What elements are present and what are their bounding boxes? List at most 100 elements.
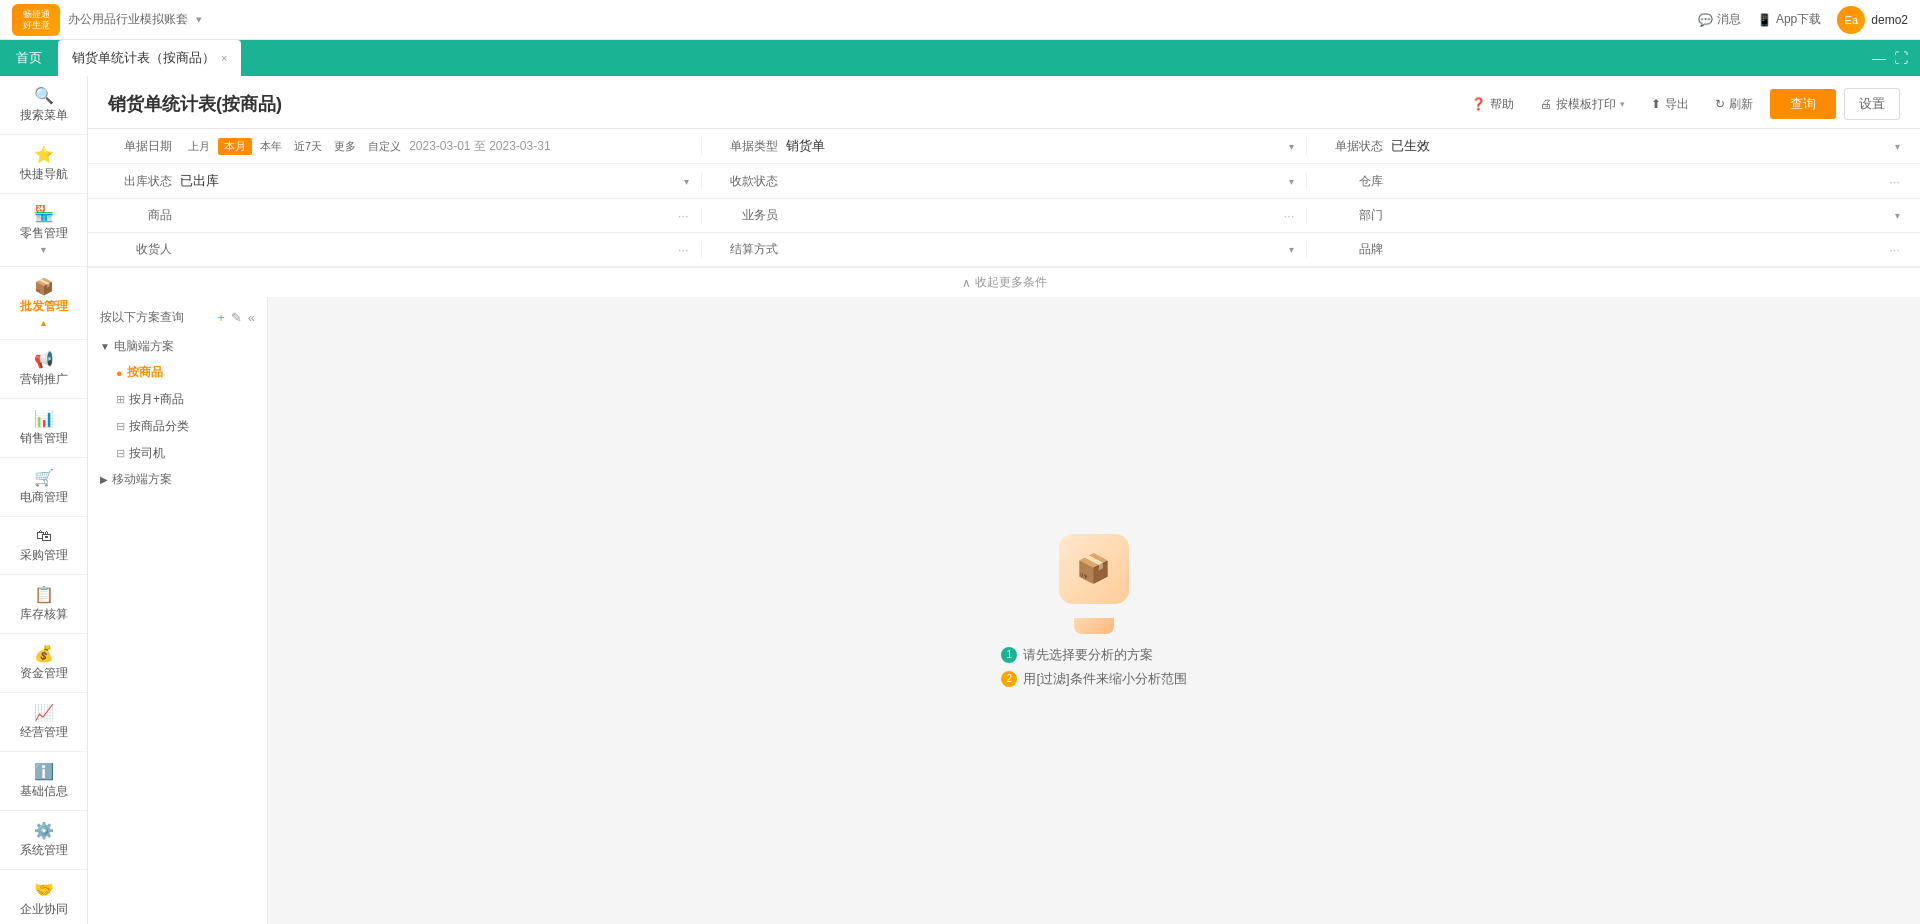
user-area[interactable]: Ea demo2 <box>1837 6 1908 34</box>
scheme-item-by-product[interactable]: ● 按商品 <box>88 359 267 386</box>
date-7days[interactable]: 近7天 <box>290 138 326 155</box>
help-icon: ❓ <box>1471 97 1486 111</box>
payment-dropdown-icon[interactable]: ▾ <box>1289 244 1294 255</box>
filter-row-2: 出库状态 已出库 ▾ 收款状态 ▾ 仓库 ··· <box>88 164 1920 199</box>
filter-row-3: 商品 ··· 业务员 ··· 部门 ▾ <box>88 199 1920 233</box>
dept-group: 部门 ▾ <box>1319 207 1900 224</box>
salesperson-more-icon[interactable]: ··· <box>1284 208 1295 223</box>
brand-more-icon[interactable]: ··· <box>1889 242 1900 257</box>
sidebar-item-quicknav[interactable]: ⭐ 快捷导航 <box>0 135 87 194</box>
receipt-status-label: 收款状态 <box>714 173 778 190</box>
export-icon: ⬆ <box>1651 97 1661 111</box>
sidebar-item-marketing[interactable]: 📢 营销推广 <box>0 340 87 399</box>
message-btn[interactable]: 💬 消息 <box>1698 11 1741 28</box>
product-group: 商品 ··· <box>108 207 689 224</box>
sidebar-item-search[interactable]: 🔍 搜索菜单 <box>0 76 87 135</box>
wholesale-icon: 📦 <box>4 277 83 296</box>
scheme-collapse-icon[interactable]: « <box>248 310 255 325</box>
page-title: 销货单统计表(按商品) <box>108 92 282 116</box>
scheme-edit-icon[interactable]: ✎ <box>231 310 242 325</box>
payment-label: 结算方式 <box>714 241 778 258</box>
scheme-item-by-driver[interactable]: ⊟ 按司机 <box>88 440 267 467</box>
sidebar-item-sales[interactable]: 📊 销售管理 <box>0 399 87 458</box>
refresh-btn[interactable]: ↻ 刷新 <box>1706 91 1762 118</box>
scheme-panel: 按以下方案查询 + ✎ « ▼ 电脑端方案 ● 按商品 <box>88 297 268 924</box>
scheme-item-by-category[interactable]: ⊟ 按商品分类 <box>88 413 267 440</box>
print-btn[interactable]: 🖨 按模板打印 ▾ <box>1531 91 1634 118</box>
product-more-icon[interactable]: ··· <box>678 208 689 223</box>
divider5 <box>701 207 702 224</box>
scheme-group-pc-header[interactable]: ▼ 电脑端方案 <box>88 334 267 359</box>
step-2-num: 2 <box>1001 671 1017 687</box>
receiver-more-icon[interactable]: ··· <box>678 242 689 257</box>
marketing-icon: 📢 <box>4 350 83 369</box>
page-title-row: 销货单统计表(按商品) ❓ 帮助 🖨 按模板打印 ▾ ⬆ 导出 <box>108 88 1900 120</box>
date-custom[interactable]: 自定义 <box>364 138 405 155</box>
product-label: 商品 <box>108 207 172 224</box>
tab-close-icon[interactable]: × <box>221 52 227 64</box>
receiver-label: 收货人 <box>108 241 172 258</box>
receipt-status-dropdown-icon[interactable]: ▾ <box>1289 176 1294 187</box>
doc-status-dropdown-icon[interactable]: ▾ <box>1895 141 1900 152</box>
app-download-btn[interactable]: 📱 App下载 <box>1757 11 1821 28</box>
doc-status-value: 已生效 <box>1391 137 1895 155</box>
print-dropdown-icon: ▾ <box>1620 99 1625 109</box>
empty-steps: 1 请先选择要分析的方案 2 用[过滤]条件来缩小分析范围 <box>1001 646 1186 688</box>
sidebar-item-purchase[interactable]: 🛍 采购管理 <box>0 517 87 575</box>
dept-dropdown-icon[interactable]: ▾ <box>1895 210 1900 221</box>
warehouse-more-icon[interactable]: ··· <box>1889 174 1900 189</box>
step-1-text: 请先选择要分析的方案 <box>1023 646 1153 664</box>
breadcrumb-arrow[interactable]: ▾ <box>196 13 202 26</box>
date-last-month[interactable]: 上月 <box>184 138 214 155</box>
scheme-group-pc: ▼ 电脑端方案 ● 按商品 ⊞ 按月+商品 ⊟ 按商品分类 <box>88 334 267 467</box>
scheme-add-icon[interactable]: + <box>217 310 225 325</box>
app-logo: 畅捷通 好生意 <box>12 4 60 36</box>
quicknav-icon: ⭐ <box>4 145 83 164</box>
date-this-month[interactable]: 本月 <box>218 138 252 155</box>
sidebar-item-inventory[interactable]: 📋 库存核算 <box>0 575 87 634</box>
sidebar-item-base[interactable]: ℹ️ 基础信息 <box>0 752 87 811</box>
help-btn[interactable]: ❓ 帮助 <box>1462 91 1523 118</box>
tab-minimize-btn[interactable]: — <box>1872 50 1886 66</box>
collapse-bar[interactable]: ∧ 收起更多条件 <box>88 267 1920 297</box>
out-status-dropdown-icon[interactable]: ▾ <box>684 176 689 187</box>
warehouse-group: 仓库 ··· <box>1319 172 1900 190</box>
tab-active[interactable]: 销货单统计表（按商品） × <box>58 40 241 76</box>
date-more[interactable]: 更多 <box>330 138 360 155</box>
tab-controls: — ⛶ <box>1872 50 1920 66</box>
divider8 <box>1306 241 1307 258</box>
setting-btn[interactable]: 设置 <box>1844 88 1900 120</box>
out-status-value: 已出库 <box>180 172 684 190</box>
topbar-right: 💬 消息 📱 App下载 Ea demo2 <box>1698 6 1908 34</box>
pc-group-label: 电脑端方案 <box>114 338 174 355</box>
export-btn[interactable]: ⬆ 导出 <box>1642 91 1698 118</box>
salesperson-group: 业务员 ··· <box>714 207 1295 224</box>
tab-home[interactable]: 首页 <box>0 40 58 76</box>
sidebar-item-finance[interactable]: 💰 资金管理 <box>0 634 87 693</box>
sidebar-item-collab[interactable]: 🤝 企业协同 <box>0 870 87 924</box>
scheme-panel-title: 按以下方案查询 <box>100 309 184 326</box>
scheme-group-mobile-header[interactable]: ▶ 移动端方案 <box>88 467 267 492</box>
mobile-group-label: 移动端方案 <box>112 471 172 488</box>
date-this-year[interactable]: 本年 <box>256 138 286 155</box>
topbar-left: 畅捷通 好生意 办公用品行业模拟账套 ▾ <box>12 4 202 36</box>
by-driver-icon: ⊟ <box>116 447 125 460</box>
query-btn[interactable]: 查询 <box>1770 89 1836 119</box>
refresh-icon: ↻ <box>1715 97 1725 111</box>
sidebar-item-system[interactable]: ⚙️ 系统管理 <box>0 811 87 870</box>
sidebar: 🔍 搜索菜单 ⭐ 快捷导航 🏪 零售管理 ▼ 📦 批发管理 ▲ 📢 营销推广 📊… <box>0 76 88 924</box>
tab-expand-btn[interactable]: ⛶ <box>1894 50 1908 66</box>
print-icon: 🖨 <box>1540 97 1552 111</box>
sidebar-item-ops[interactable]: 📈 经营管理 <box>0 693 87 752</box>
empty-step-2: 2 用[过滤]条件来缩小分析范围 <box>1001 670 1186 688</box>
page-actions: ❓ 帮助 🖨 按模板打印 ▾ ⬆ 导出 ↻ 刷新 <box>1462 88 1900 120</box>
salesperson-label: 业务员 <box>714 207 778 224</box>
doc-status-group: 单据状态 已生效 ▾ <box>1319 137 1900 155</box>
sidebar-item-ecom[interactable]: 🛒 电商管理 <box>0 458 87 517</box>
scheme-panel-header: 按以下方案查询 + ✎ « <box>88 305 267 334</box>
doc-type-dropdown-icon[interactable]: ▾ <box>1289 141 1294 152</box>
system-icon: ⚙️ <box>4 821 83 840</box>
sidebar-item-wholesale[interactable]: 📦 批发管理 ▲ <box>0 267 87 340</box>
scheme-item-by-month-product[interactable]: ⊞ 按月+商品 <box>88 386 267 413</box>
sidebar-item-retail[interactable]: 🏪 零售管理 ▼ <box>0 194 87 267</box>
